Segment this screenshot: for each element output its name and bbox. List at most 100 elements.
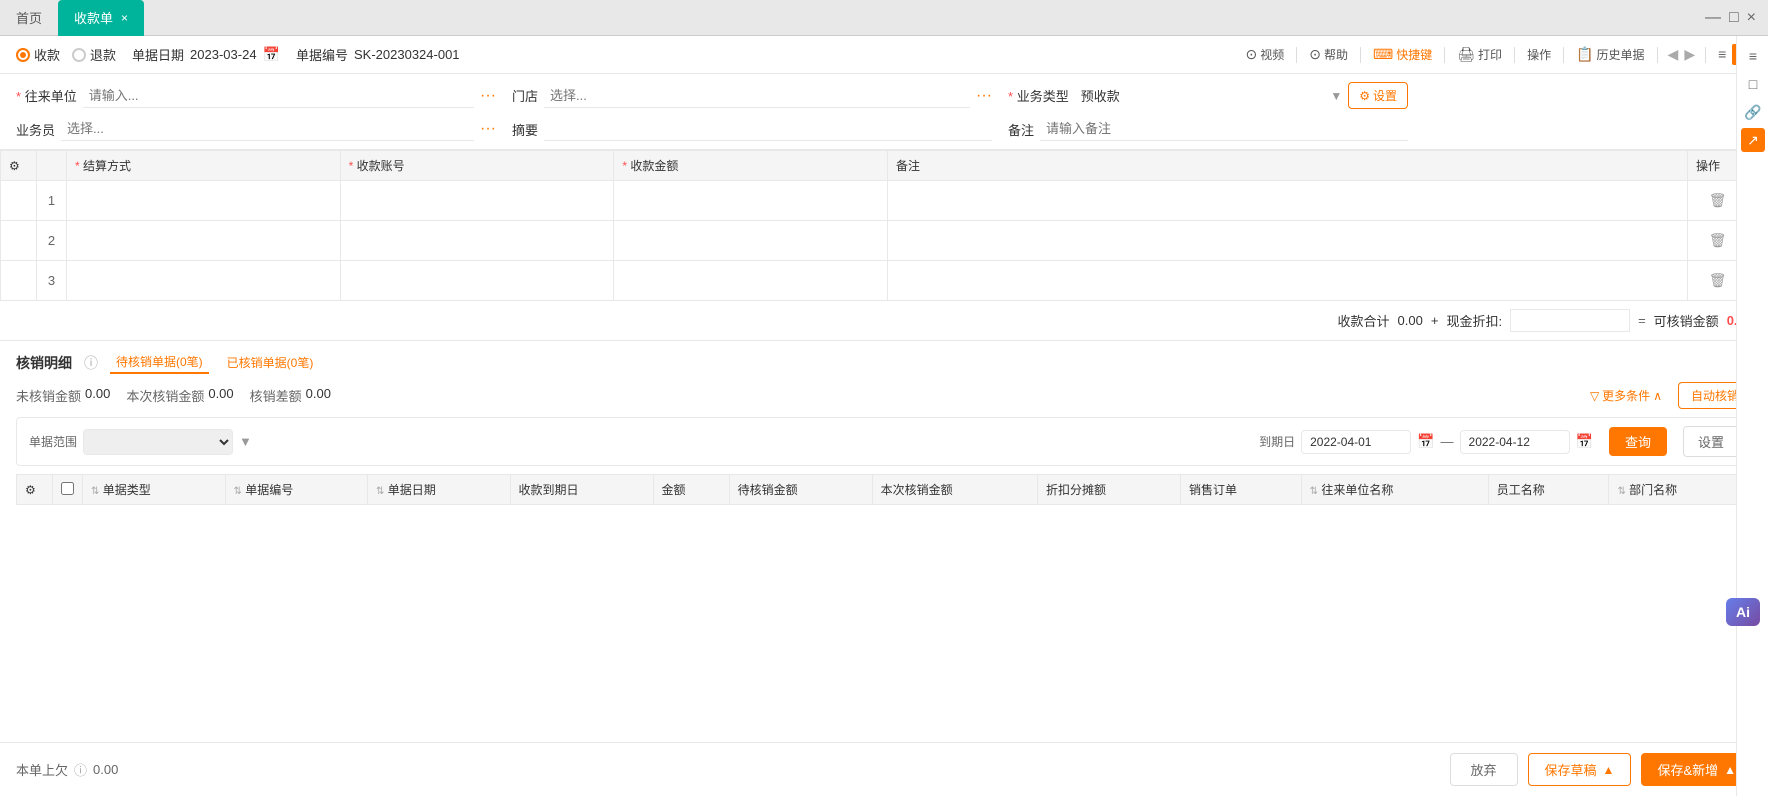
ai-badge[interactable]: Ai <box>1726 598 1760 626</box>
tab-home-label: 首页 <box>16 8 42 27</box>
sidebar-icon-2[interactable]: □ <box>1741 72 1765 96</box>
date-from-input[interactable] <box>1301 430 1411 454</box>
tab-pending[interactable]: 待核销单据(0笔) <box>110 351 209 374</box>
save-draft-btn[interactable]: 保存草稿 ▲ <box>1528 753 1632 786</box>
range-filter-label: 单据范围 <box>29 433 77 450</box>
divider6 <box>1657 47 1658 63</box>
divider1 <box>1296 47 1297 63</box>
date-from-calendar[interactable]: 📅 <box>1417 433 1434 450</box>
staff-input[interactable] <box>61 117 474 141</box>
help-btn[interactable]: ⊙ 帮助 <box>1305 44 1352 65</box>
radio-receipt[interactable]: 收款 <box>16 45 60 64</box>
layout-list-icon[interactable]: ≡ <box>1714 44 1730 65</box>
row1-delete-icon[interactable]: 🗑 <box>1709 192 1727 208</box>
available-label: 可核销金额 <box>1654 311 1719 330</box>
remark-input[interactable] <box>1040 117 1408 141</box>
row2-settle[interactable] <box>67 221 341 261</box>
discard-btn[interactable]: 放弃 <box>1450 753 1518 786</box>
nav-prev[interactable]: ◀ <box>1666 46 1681 63</box>
video-label: 视频 <box>1260 46 1284 63</box>
window-min-btn[interactable]: — <box>1705 9 1721 27</box>
tab-close-icon[interactable]: × <box>121 11 128 25</box>
summary-input[interactable] <box>544 117 992 141</box>
diff-value: 0.00 <box>306 386 331 405</box>
row2-account[interactable] <box>340 221 614 261</box>
range-filter-select[interactable] <box>83 429 233 455</box>
row1-remark[interactable] <box>888 181 1688 221</box>
divider5 <box>1563 47 1564 63</box>
table-row: 3 🗑 ⧉ <box>1 261 1768 301</box>
form-header: 收款 退款 单据日期 2023-03-24 📅 单据编号 SK-20230324… <box>0 36 1768 74</box>
sort-icon2: ⇅ <box>234 486 242 497</box>
sidebar-icon-3[interactable]: 🔗 <box>1741 100 1765 124</box>
vt-pending-col: 待核销金额 <box>729 475 872 505</box>
query-btn[interactable]: 查询 <box>1609 427 1667 456</box>
footer-btns: 放弃 保存草稿 ▲ 保存&新增 ▲ <box>1450 753 1752 786</box>
row1-gear <box>1 181 37 221</box>
select-all-checkbox[interactable] <box>61 482 74 495</box>
tab-home[interactable]: 首页 <box>0 0 58 36</box>
counterpart-input[interactable] <box>83 84 474 108</box>
table-header-row: ⚙ * 结算方式 * 收款账号 * 收款金额 备注 操作 <box>1 151 1768 181</box>
history-btn[interactable]: 📋 历史单据 <box>1572 44 1648 65</box>
store-more-btn[interactable]: ··· <box>976 87 992 105</box>
row2-amount[interactable] <box>614 221 888 261</box>
remark-label: 备注 <box>1008 120 1034 139</box>
filter-settings-btn[interactable]: 设置 <box>1683 426 1739 457</box>
business-type-dropdown[interactable]: ▼ <box>1330 89 1342 103</box>
more-conditions-label: 更多条件 <box>1602 387 1650 404</box>
counterpart-more-btn[interactable]: ··· <box>480 87 496 105</box>
operation-btn[interactable]: 操作 <box>1523 44 1555 65</box>
date-to-calendar[interactable]: 📅 <box>1576 433 1593 450</box>
verify-info-icon[interactable]: ⓘ <box>84 353 98 373</box>
row2-delete-icon[interactable]: 🗑 <box>1709 232 1727 248</box>
row2-gear <box>1 221 37 261</box>
filter-row: 单据范围 ▼ 到期日 📅 — 📅 查询 设置 <box>16 417 1752 466</box>
row3-account[interactable] <box>340 261 614 301</box>
more-conditions-btn[interactable]: ▽ 更多条件 ∧ <box>1590 387 1662 404</box>
row3-settle[interactable] <box>67 261 341 301</box>
summary-row: 收款合计 0.00 + 现金折扣: = 可核销金额 0.00 <box>0 301 1768 341</box>
date-to-input[interactable] <box>1460 430 1570 454</box>
vt-gear-col: ⚙ <box>17 475 53 505</box>
row1-amount[interactable] <box>614 181 888 221</box>
help-label: 帮助 <box>1324 46 1348 63</box>
video-btn[interactable]: ⊙ 视频 <box>1242 44 1289 65</box>
verify-title: 核销明细 <box>16 353 72 373</box>
business-type-value: 预收款 <box>1075 82 1325 109</box>
row1-settle[interactable] <box>67 181 341 221</box>
tab-receipt[interactable]: 收款单 × <box>58 0 144 36</box>
radio-refund[interactable]: 退款 <box>72 45 116 64</box>
store-input[interactable] <box>544 84 970 108</box>
sidebar-icon-1[interactable]: ≡ <box>1741 44 1765 68</box>
row1-account[interactable] <box>340 181 614 221</box>
plus-sign: + <box>1431 313 1439 328</box>
equals-sign: = <box>1638 313 1646 328</box>
settings-button[interactable]: ⚙ 设置 <box>1348 82 1408 109</box>
window-max-btn[interactable]: □ <box>1729 9 1739 27</box>
tab-done[interactable]: 已核销单据(0笔) <box>221 352 320 373</box>
radio-refund-dot <box>72 48 86 62</box>
window-close-btn[interactable]: × <box>1747 9 1756 27</box>
staff-more-btn[interactable]: ··· <box>480 120 496 138</box>
calendar-icon[interactable]: 📅 <box>263 46 280 63</box>
row3-amount[interactable] <box>614 261 888 301</box>
row2-remark[interactable] <box>888 221 1688 261</box>
print-btn[interactable]: 🖨 打印 <box>1453 44 1506 65</box>
row3-delete-icon[interactable]: 🗑 <box>1709 272 1727 288</box>
help-icon: ⊙ <box>1309 46 1321 63</box>
vt-order-col: 销售订单 <box>1180 475 1301 505</box>
diff-label: 核销差额 <box>250 386 302 405</box>
gear-icon: ⚙ <box>1359 89 1370 103</box>
sidebar-icon-4[interactable]: ↗ <box>1741 128 1765 152</box>
date-field: 单据日期 2023-03-24 📅 <box>132 45 280 64</box>
nav-next[interactable]: ▶ <box>1682 46 1697 63</box>
discount-input[interactable] <box>1510 309 1630 332</box>
sort-icon: ⇅ <box>91 486 99 497</box>
staff-label: 业务员 <box>16 120 55 139</box>
range-dropdown-icon: ▼ <box>239 434 252 449</box>
shortcut-btn[interactable]: ⌨ 快捷键 <box>1369 44 1436 65</box>
row3-remark[interactable] <box>888 261 1688 301</box>
divider3 <box>1444 47 1445 63</box>
table-wrapper: ⚙ * 结算方式 * 收款账号 * 收款金额 备注 操作 <box>0 150 1768 301</box>
